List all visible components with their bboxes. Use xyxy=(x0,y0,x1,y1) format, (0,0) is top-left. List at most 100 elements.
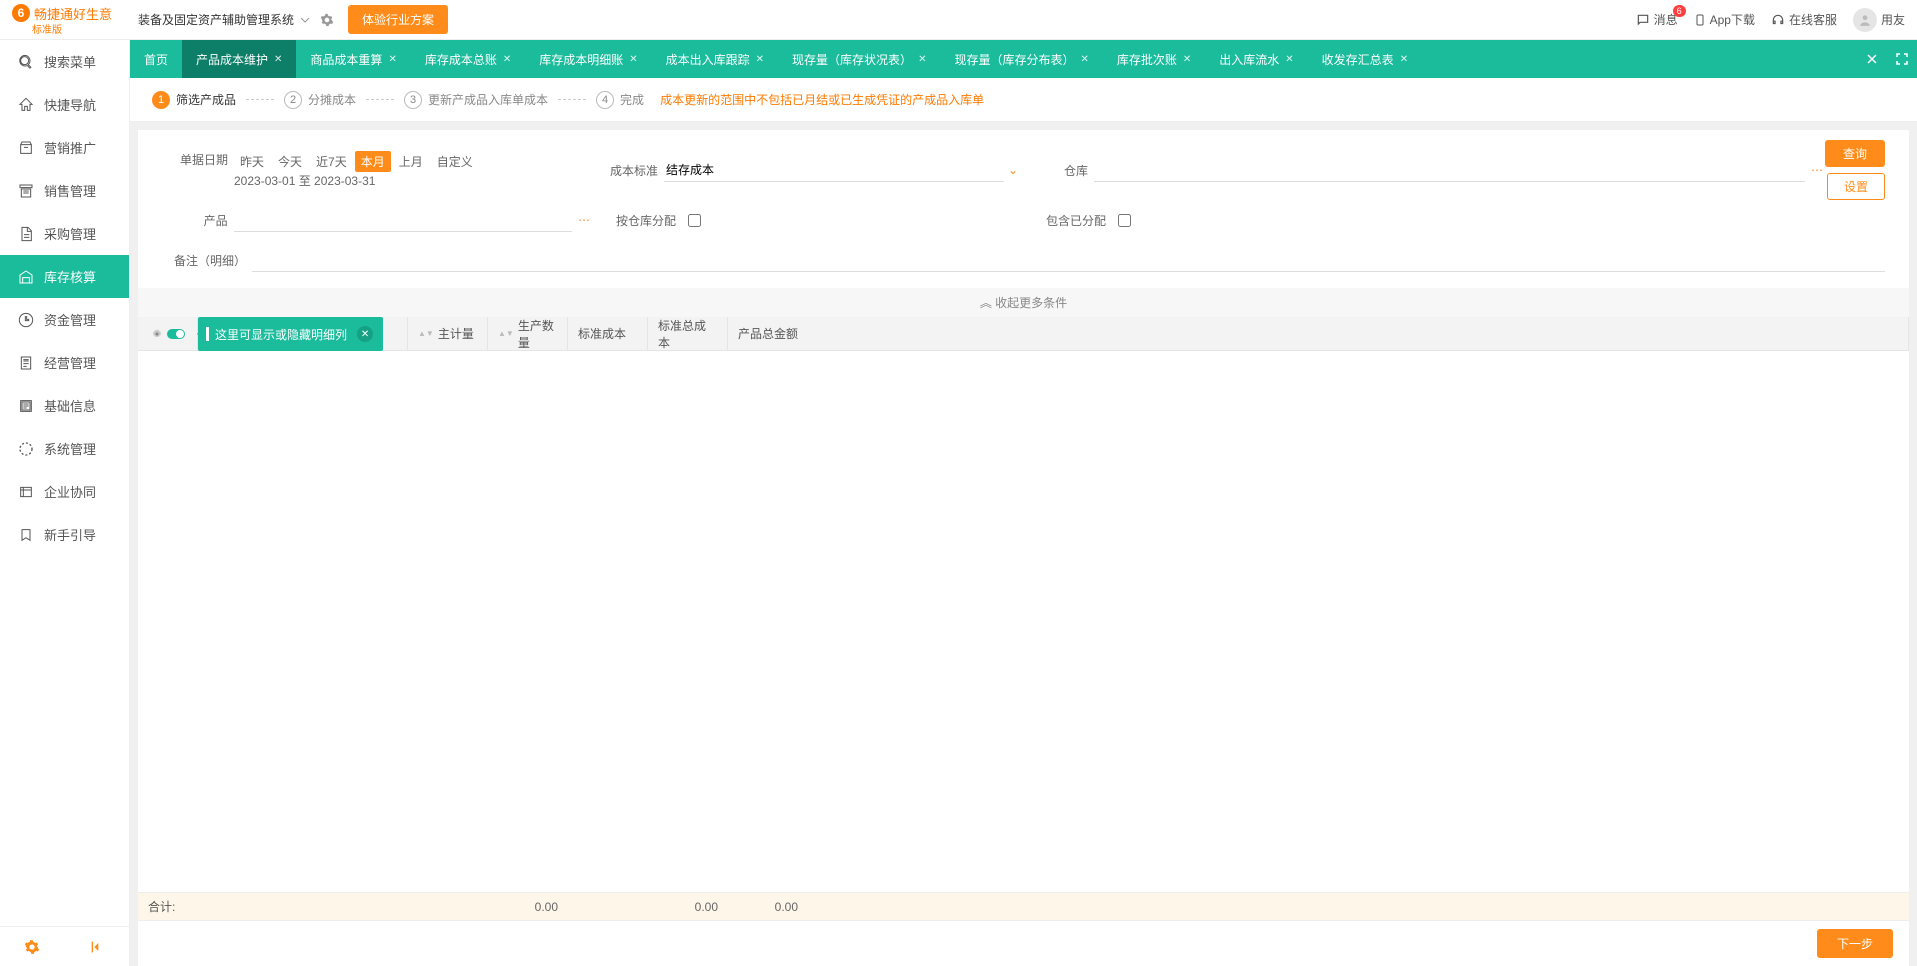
menu-icon xyxy=(18,312,34,328)
date-quick-0[interactable]: 昨天 xyxy=(234,151,270,172)
tab-7[interactable]: 现存量（库存分布表）✕ xyxy=(940,40,1102,78)
column-settings-cell[interactable] xyxy=(138,317,198,350)
toggle-icon xyxy=(167,329,185,339)
tab-close-button[interactable]: ✕ xyxy=(629,54,637,65)
sidebar-item-label: 搜索菜单 xyxy=(44,52,96,71)
menu-icon xyxy=(18,484,34,500)
tab-label: 首页 xyxy=(144,51,168,68)
sidebar-item-11[interactable]: 新手引导 xyxy=(0,513,129,556)
filter-settings-button[interactable]: 设置 xyxy=(1827,173,1885,200)
chat-icon xyxy=(1636,13,1650,27)
step-1: 2分摊成本 xyxy=(284,91,356,109)
customer-service-button[interactable]: 在线客服 xyxy=(1771,11,1837,28)
sidebar-item-8[interactable]: 基础信息 xyxy=(0,384,129,427)
sidebar-item-1[interactable]: 快捷导航 xyxy=(0,83,129,126)
filter-panel: 单据日期 昨天今天近7天本月上月自定义 2023-03-01 至 2023-03… xyxy=(138,130,1909,317)
system-selector[interactable]: 装备及固定资产辅助管理系统 xyxy=(138,11,310,28)
sidebar-item-7[interactable]: 经营管理 xyxy=(0,341,129,384)
column-header-std-total[interactable]: 标准总成本 xyxy=(648,317,728,350)
tab-close-button[interactable]: ✕ xyxy=(1285,54,1293,65)
system-settings-button[interactable] xyxy=(320,13,334,27)
product-input[interactable] xyxy=(234,209,572,232)
tab-close-button[interactable]: ✕ xyxy=(1183,54,1191,65)
product-picker-button[interactable]: ⋯ xyxy=(578,213,592,227)
warehouse-picker-button[interactable]: ⋯ xyxy=(1811,163,1825,177)
sidebar: 搜索菜单快捷导航营销推广销售管理采购管理库存核算资金管理经营管理基础信息系统管理… xyxy=(0,40,130,966)
sidebar-item-4[interactable]: 采购管理 xyxy=(0,212,129,255)
hint-close-button[interactable]: ✕ xyxy=(357,326,373,342)
sidebar-item-6[interactable]: 资金管理 xyxy=(0,298,129,341)
tab-close-button[interactable]: ✕ xyxy=(1400,54,1408,65)
tab-9[interactable]: 出入库流水✕ xyxy=(1205,40,1307,78)
by-warehouse-checkbox[interactable] xyxy=(688,214,701,227)
collapse-filter-button[interactable]: ︽ 收起更多条件 xyxy=(138,288,1909,317)
messages-button[interactable]: 消息 6 xyxy=(1636,11,1678,28)
tab-1[interactable]: 产品成本维护✕ xyxy=(182,40,296,78)
tab-3[interactable]: 库存成本总账✕ xyxy=(411,40,525,78)
sidebar-item-5[interactable]: 库存核算 xyxy=(0,255,129,298)
step-label: 分摊成本 xyxy=(308,91,356,108)
tab-close-button[interactable]: ✕ xyxy=(388,54,396,65)
next-step-button[interactable]: 下一步 xyxy=(1817,929,1893,958)
tab-4[interactable]: 库存成本明细账✕ xyxy=(525,40,651,78)
date-quick-3[interactable]: 本月 xyxy=(355,151,391,172)
sidebar-item-0[interactable]: 搜索菜单 xyxy=(0,40,129,83)
cost-standard-label: 成本标准 xyxy=(592,162,664,179)
column-header-main-unit[interactable]: ▲▼主计量 xyxy=(408,317,488,350)
sidebar-item-label: 采购管理 xyxy=(44,224,96,243)
step-label: 完成 xyxy=(620,91,644,108)
step-2: 3更新产成品入库单成本 xyxy=(404,91,548,109)
tab-close-button[interactable]: ✕ xyxy=(503,54,511,65)
sidebar-item-label: 营销推广 xyxy=(44,138,96,157)
sidebar-item-9[interactable]: 系统管理 xyxy=(0,427,129,470)
date-quick-4[interactable]: 上月 xyxy=(393,151,429,172)
sidebar-settings-button[interactable] xyxy=(24,939,40,955)
tab-2[interactable]: 商品成本重算✕ xyxy=(296,40,410,78)
tab-close-button[interactable]: ✕ xyxy=(918,54,926,65)
sidebar-item-3[interactable]: 销售管理 xyxy=(0,169,129,212)
tab-bar: 首页产品成本维护✕商品成本重算✕库存成本总账✕库存成本明细账✕成本出入库跟踪✕现… xyxy=(130,40,1917,78)
tab-close-button[interactable]: ✕ xyxy=(756,54,764,65)
tab-5[interactable]: 成本出入库跟踪 ✕ xyxy=(652,40,778,78)
sidebar-collapse-button[interactable] xyxy=(89,939,105,955)
tab-close-button[interactable]: ✕ xyxy=(1080,54,1088,65)
footer-total-label: 合计: xyxy=(138,898,198,915)
tab-0[interactable]: 首页 xyxy=(130,40,182,78)
cta-button[interactable]: 体验行业方案 xyxy=(348,5,448,34)
menu-icon xyxy=(18,54,34,70)
date-quick-1[interactable]: 今天 xyxy=(272,151,308,172)
tab-10[interactable]: 收发存汇总表✕ xyxy=(1308,40,1422,78)
column-header-std-cost[interactable]: 标准成本 xyxy=(568,317,648,350)
close-icon xyxy=(1866,53,1878,65)
tab-label: 库存批次账 xyxy=(1117,51,1177,68)
collapse-icon xyxy=(89,939,105,955)
include-allocated-checkbox[interactable] xyxy=(1118,214,1131,227)
table-footer: 合计: 0.00 0.00 0.00 xyxy=(138,892,1909,920)
menu-icon xyxy=(18,355,34,371)
phone-icon xyxy=(1694,13,1706,27)
tab-6[interactable]: 现存量（库存状况表）✕ xyxy=(778,40,940,78)
warehouse-label: 仓库 xyxy=(1022,162,1094,179)
tab-label: 成本出入库跟踪 xyxy=(666,51,750,68)
step-number: 1 xyxy=(152,91,170,109)
tab-8[interactable]: 库存批次账 ✕ xyxy=(1103,40,1205,78)
column-header-prod-qty[interactable]: ▲▼生产数量 xyxy=(488,317,568,350)
tab-close-button[interactable]: ✕ xyxy=(274,54,282,65)
warehouse-input[interactable] xyxy=(1094,159,1805,182)
avatar-icon xyxy=(1853,8,1877,32)
sidebar-item-10[interactable]: 企业协同 xyxy=(0,470,129,513)
footer-amount: 0.00 xyxy=(728,900,808,914)
close-all-tabs-button[interactable] xyxy=(1857,53,1887,65)
query-button[interactable]: 查询 xyxy=(1825,140,1885,167)
remark-input[interactable] xyxy=(252,249,1885,272)
cost-standard-select[interactable] xyxy=(664,159,1004,182)
menu-icon xyxy=(18,527,34,543)
sidebar-item-label: 经营管理 xyxy=(44,353,96,372)
fullscreen-button[interactable] xyxy=(1887,53,1917,65)
user-menu[interactable]: 用友 xyxy=(1853,8,1905,32)
app-download-button[interactable]: App下载 xyxy=(1694,11,1755,28)
date-quick-5[interactable]: 自定义 xyxy=(431,151,479,172)
sidebar-item-2[interactable]: 营销推广 xyxy=(0,126,129,169)
column-header-amount[interactable]: 产品总金额 xyxy=(728,317,1909,350)
date-quick-2[interactable]: 近7天 xyxy=(310,151,353,172)
